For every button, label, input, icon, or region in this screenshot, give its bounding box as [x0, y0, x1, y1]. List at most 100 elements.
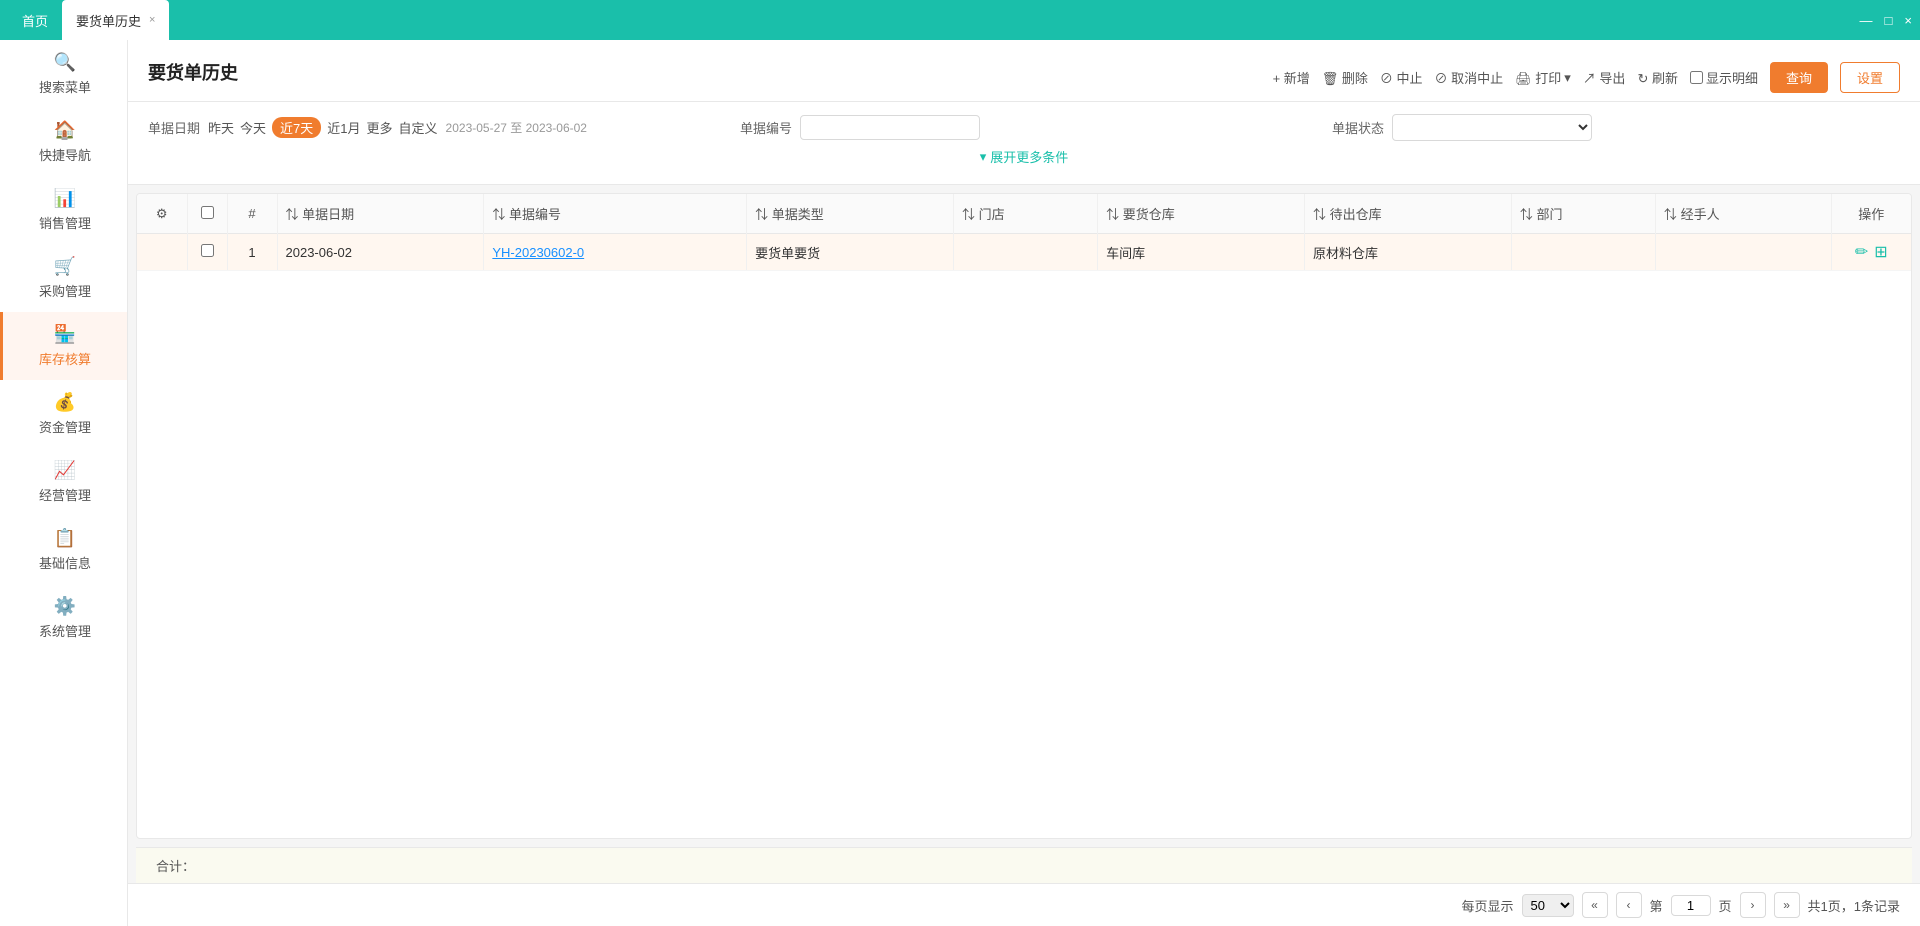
row-billno-link[interactable]: YH-20230602-0 [492, 245, 584, 260]
sidebar-item-system[interactable]: ⚙️ 系统管理 [0, 584, 127, 652]
filter-row: 单据日期 昨天 今天 近7天 近1月 更多 自定义 2023-05-27 至 2… [148, 114, 1900, 141]
row-edit-icon[interactable]: ✏ [1855, 242, 1868, 262]
row-detail-icon[interactable]: ⊞ [1874, 242, 1887, 262]
sidebar-item-search[interactable]: 🔍 搜索菜单 [0, 40, 127, 108]
show-detail-input[interactable] [1690, 71, 1703, 84]
col-billtype: ⇅ 单据类型 [747, 194, 954, 234]
date-shortcuts: 昨天 今天 近7天 近1月 更多 自定义 [208, 117, 438, 138]
sidebar: 🔍 搜索菜单 🏠 快捷导航 📊 销售管理 🛒 采购管理 🏪 库存核算 💰 资金管… [0, 40, 128, 926]
show-detail-checkbox[interactable]: 显示明细 [1690, 68, 1758, 87]
sidebar-item-quick[interactable]: 🏠 快捷导航 [0, 108, 127, 176]
cancel-stop-btn[interactable]: ⊘ 取消中止 [1435, 68, 1504, 87]
content-area: 要货单历史 + 新增 🗑 删除 ⊘ 中止 ⊘ 取消中止 🖨 打印 ▾ ↗ 导出 … [128, 40, 1920, 926]
top-bar: 首页 要货单历史 × — □ × [0, 0, 1920, 40]
page-label-after: 页 [1719, 896, 1732, 915]
sidebar-label-quick: 快捷导航 [39, 145, 91, 164]
billno-input[interactable] [800, 115, 980, 140]
sidebar-item-inventory[interactable]: 🏪 库存核算 [0, 312, 127, 380]
table-body: 1 2023-06-02 YH-20230602-0 要货单要货 车间库 原材料… [137, 234, 1911, 271]
shortcut-custom[interactable]: 自定义 [399, 118, 438, 137]
col-settings[interactable]: ⚙ [137, 194, 187, 234]
sort-handler-icon[interactable]: ⇅ [1664, 207, 1677, 222]
row-date: 2023-06-02 [277, 234, 484, 271]
tab-close-icon[interactable]: × [149, 14, 155, 26]
export-btn[interactable]: ↗ 导出 [1583, 68, 1626, 87]
last-page-btn[interactable]: » [1774, 892, 1800, 918]
shortcut-7days[interactable]: 近7天 [272, 117, 321, 138]
sort-billtype-icon[interactable]: ⇅ [755, 207, 768, 222]
sidebar-item-purchase[interactable]: 🛒 采购管理 [0, 244, 127, 312]
col-handler: ⇅ 经手人 [1655, 194, 1831, 234]
system-icon: ⚙️ [54, 596, 76, 617]
row-from-warehouse: 车间库 [1098, 234, 1305, 271]
shortcut-more[interactable]: 更多 [367, 118, 393, 137]
status-label: 单据状态 [1332, 118, 1384, 137]
query-btn[interactable]: 查询 [1770, 62, 1828, 93]
summary-label: 合计： [156, 859, 195, 874]
main-layout: 🔍 搜索菜单 🏠 快捷导航 📊 销售管理 🛒 采购管理 🏪 库存核算 💰 资金管… [0, 40, 1920, 926]
sort-from-icon[interactable]: ⇅ [1106, 207, 1119, 222]
row-billno: YH-20230602-0 [484, 234, 747, 271]
sidebar-label-system: 系统管理 [39, 621, 91, 640]
window-close-btn[interactable]: × [1904, 13, 1912, 28]
col-no: # [227, 194, 277, 234]
new-btn[interactable]: + 新增 [1273, 68, 1310, 87]
shortcut-1month[interactable]: 近1月 [327, 118, 360, 137]
expand-more-btn[interactable]: ▾ 展开更多条件 [148, 141, 1900, 172]
billno-filter-group: 单据编号 [740, 115, 1308, 140]
status-filter-group: 单据状态 [1332, 114, 1900, 141]
date-label: 单据日期 [148, 118, 200, 137]
row-department [1511, 234, 1655, 271]
print-dropdown-icon[interactable]: ▾ [1564, 70, 1571, 86]
sidebar-label-sales: 销售管理 [39, 213, 91, 232]
row-handler [1655, 234, 1831, 271]
row-select-checkbox[interactable] [201, 244, 214, 257]
table-header: ⚙ # ⇅ 单据日期 ⇅ 单据编号 [137, 194, 1911, 234]
tab-home-label: 首页 [22, 11, 48, 30]
sort-billno-icon[interactable]: ⇅ [492, 207, 505, 222]
sidebar-item-operation[interactable]: 📈 经营管理 [0, 448, 127, 516]
window-maximize-btn[interactable]: □ [1885, 13, 1893, 28]
first-page-btn[interactable]: « [1582, 892, 1608, 918]
expand-more-icon: ▾ [980, 149, 987, 165]
print-label: 🖨 打印 [1515, 68, 1561, 87]
action-icons: ✏ ⊞ [1840, 242, 1904, 262]
col-date: ⇅ 单据日期 [277, 194, 484, 234]
tab-history[interactable]: 要货单历史 × [62, 0, 169, 40]
print-btn[interactable]: 🖨 打印 ▾ [1515, 68, 1571, 87]
sidebar-item-finance[interactable]: 💰 资金管理 [0, 380, 127, 448]
settings-btn[interactable]: 设置 [1840, 62, 1900, 93]
next-page-btn[interactable]: › [1740, 892, 1766, 918]
sort-to-icon[interactable]: ⇅ [1313, 207, 1326, 222]
delete-btn[interactable]: 🗑 删除 [1322, 68, 1368, 87]
page-title: 要货单历史 [148, 59, 238, 85]
sort-store-icon[interactable]: ⇅ [962, 207, 975, 222]
row-checkbox [187, 234, 227, 271]
sort-date-icon[interactable]: ⇅ [286, 207, 299, 222]
operation-icon: 📈 [54, 460, 76, 481]
sidebar-label-basic: 基础信息 [39, 553, 91, 572]
page-input[interactable] [1671, 895, 1711, 916]
select-all-checkbox[interactable] [201, 206, 214, 219]
row-to-warehouse: 原材料仓库 [1304, 234, 1511, 271]
tab-home[interactable]: 首页 [8, 0, 62, 40]
col-action: 操作 [1831, 194, 1911, 234]
sidebar-item-basic[interactable]: 📋 基础信息 [0, 516, 127, 584]
expand-more-label: 展开更多条件 [990, 147, 1068, 166]
sort-dept-icon[interactable]: ⇅ [1520, 207, 1533, 222]
sidebar-label-inventory: 库存核算 [39, 349, 91, 368]
shortcut-today[interactable]: 今天 [240, 118, 266, 137]
status-select[interactable] [1392, 114, 1592, 141]
billno-label: 单据编号 [740, 118, 792, 137]
shortcut-yesterday[interactable]: 昨天 [208, 118, 234, 137]
date-filter-group: 单据日期 昨天 今天 近7天 近1月 更多 自定义 2023-05-27 至 2… [148, 117, 716, 138]
per-page-label: 每页显示 [1461, 896, 1513, 915]
window-minimize-btn[interactable]: — [1860, 13, 1873, 28]
topbar-right: — □ × [1860, 13, 1912, 28]
per-page-select[interactable]: 50 100 [1522, 894, 1574, 917]
prev-page-btn[interactable]: ‹ [1616, 892, 1642, 918]
stop-btn[interactable]: ⊘ 中止 [1380, 68, 1423, 87]
sidebar-item-sales[interactable]: 📊 销售管理 [0, 176, 127, 244]
sidebar-label-search: 搜索菜单 [39, 77, 91, 96]
refresh-btn[interactable]: ↻ 刷新 [1637, 68, 1678, 87]
